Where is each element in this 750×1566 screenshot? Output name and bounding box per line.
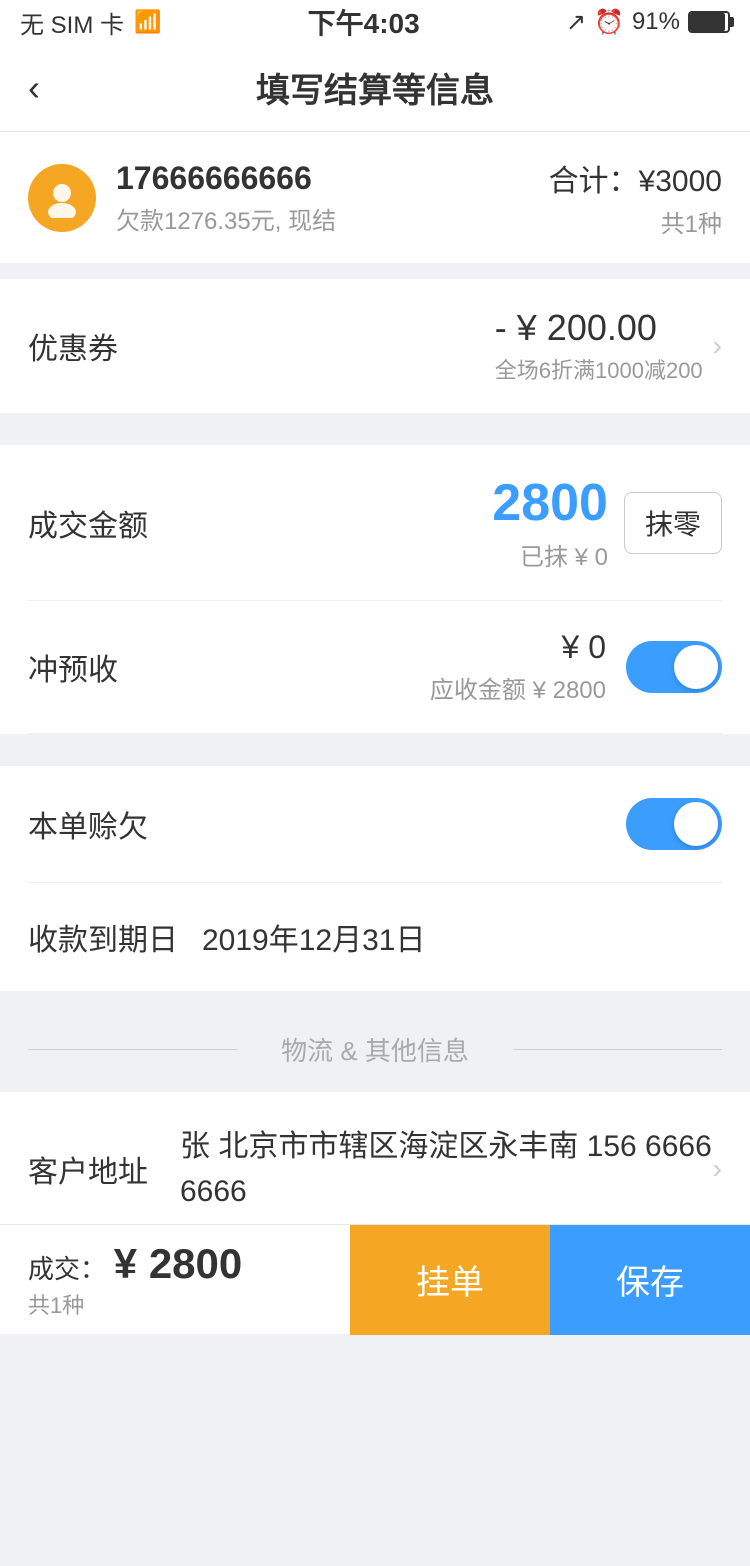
amount-section: 成交金额 2800 已抹 ¥ 0 抹零 冲预收 ¥ 0 应收金额 ¥ 2800 — [0, 445, 750, 734]
nav-bar: ‹ 填写结算等信息 — [0, 44, 750, 132]
customer-info: 17666666666 欠款1276.35元, 现结 — [116, 160, 336, 236]
amount-right: 2800 已抹 ¥ 0 抹零 — [492, 473, 722, 572]
carrier-label: 无 SIM 卡 — [20, 5, 124, 40]
coupon-label: 优惠券 — [28, 324, 118, 368]
customer-total: 合计：¥3000 — [549, 156, 722, 200]
debt-toggle[interactable] — [626, 798, 722, 850]
logistics-line-left — [28, 1049, 237, 1050]
coupon-amount: - ¥ 200.00 — [495, 307, 703, 349]
status-right: ↗ ⏰ 91% — [566, 8, 730, 37]
bottom-count: 共1种 — [28, 1288, 350, 1320]
bottom-amount: ¥ 2800 — [114, 1240, 242, 1287]
coupon-right: - ¥ 200.00 全场6折满1000减200 › — [495, 307, 722, 385]
customer-right: 合计：¥3000 共1种 — [549, 156, 722, 239]
status-left: 无 SIM 卡 📶 — [20, 5, 161, 40]
debt-row: 本单赊欠 — [28, 766, 722, 882]
logistics-text: 物流 & 其他信息 — [281, 1031, 469, 1068]
page-title: 填写结算等信息 — [256, 63, 494, 112]
prepay-sub: 应收金额 ¥ 2800 — [430, 670, 606, 705]
logistics-line-right — [513, 1049, 722, 1050]
hold-button[interactable]: 挂单 — [350, 1225, 550, 1335]
content: 17666666666 欠款1276.35元, 现结 合计：¥3000 共1种 … — [0, 132, 750, 1566]
address-row[interactable]: 客户地址 张 北京市市辖区海淀区永丰南 156 6666 6666 › — [28, 1092, 722, 1246]
amount-label: 成交金额 — [28, 501, 148, 545]
round-button[interactable]: 抹零 — [624, 492, 722, 554]
debt-section: 本单赊欠 — [0, 766, 750, 882]
amount-value: 2800 — [492, 473, 608, 533]
prepay-row: 冲预收 ¥ 0 应收金额 ¥ 2800 — [28, 601, 722, 734]
address-label: 客户地址 — [28, 1147, 148, 1191]
bottom-label-row: 成交： ¥ 2800 — [28, 1240, 350, 1288]
duedate-row: 收款到期日 2019年12月31日 — [28, 882, 722, 991]
customer-card: 17666666666 欠款1276.35元, 现结 合计：¥3000 共1种 — [0, 132, 750, 263]
address-value: 张 北京市市辖区海淀区永丰南 156 6666 6666 — [180, 1124, 713, 1214]
duedate-label: 收款到期日 — [28, 915, 178, 959]
prepay-label: 冲预收 — [28, 645, 118, 689]
customer-desc: 欠款1276.35元, 现结 — [116, 201, 336, 236]
status-bar: 无 SIM 卡 📶 下午4:03 ↗ ⏰ 91% — [0, 0, 750, 44]
duedate-section: 收款到期日 2019年12月31日 — [0, 882, 750, 991]
debt-label: 本单赊欠 — [28, 802, 148, 846]
battery-percent: 91% — [632, 8, 680, 36]
duedate-value: 2019年12月31日 — [202, 915, 425, 959]
customer-left: 17666666666 欠款1276.35元, 现结 — [28, 160, 336, 236]
customer-phone: 17666666666 — [116, 160, 336, 197]
section-separator — [0, 429, 750, 445]
customer-count: 共1种 — [549, 204, 722, 239]
prepay-right: ¥ 0 应收金额 ¥ 2800 — [430, 629, 722, 705]
bottom-bar: 成交： ¥ 2800 共1种 挂单 保存 — [0, 1224, 750, 1334]
back-button[interactable]: ‹ — [28, 67, 40, 109]
address-section: 客户地址 张 北京市市辖区海淀区永丰南 156 6666 6666 › — [0, 1092, 750, 1246]
section-separator-2 — [0, 734, 750, 750]
location-icon: ↗ — [566, 8, 586, 37]
amount-row: 成交金额 2800 已抹 ¥ 0 抹零 — [28, 445, 722, 601]
coupon-desc: 全场6折满1000减200 — [495, 353, 703, 385]
prepay-values: ¥ 0 应收金额 ¥ 2800 — [430, 629, 606, 705]
wifi-icon: 📶 — [134, 9, 161, 35]
bottom-summary: 成交： ¥ 2800 共1种 — [0, 1240, 350, 1320]
address-chevron-icon: › — [713, 1153, 722, 1185]
battery-icon — [688, 11, 730, 33]
toggle-knob — [674, 645, 718, 689]
alarm-icon: ⏰ — [594, 8, 624, 37]
debt-toggle-knob — [674, 802, 718, 846]
amount-sub: 已抹 ¥ 0 — [492, 537, 608, 572]
prepay-amount: ¥ 0 — [430, 629, 606, 666]
coupon-row[interactable]: 优惠券 - ¥ 200.00 全场6折满1000减200 › — [0, 279, 750, 413]
prepay-toggle[interactable] — [626, 641, 722, 693]
save-button[interactable]: 保存 — [550, 1225, 750, 1335]
bottom-label: 成交： — [28, 1254, 106, 1284]
logistics-separator: 物流 & 其他信息 — [0, 1007, 750, 1092]
chevron-right-icon: › — [713, 330, 722, 362]
avatar — [28, 164, 96, 232]
status-time: 下午4:03 — [308, 2, 420, 42]
